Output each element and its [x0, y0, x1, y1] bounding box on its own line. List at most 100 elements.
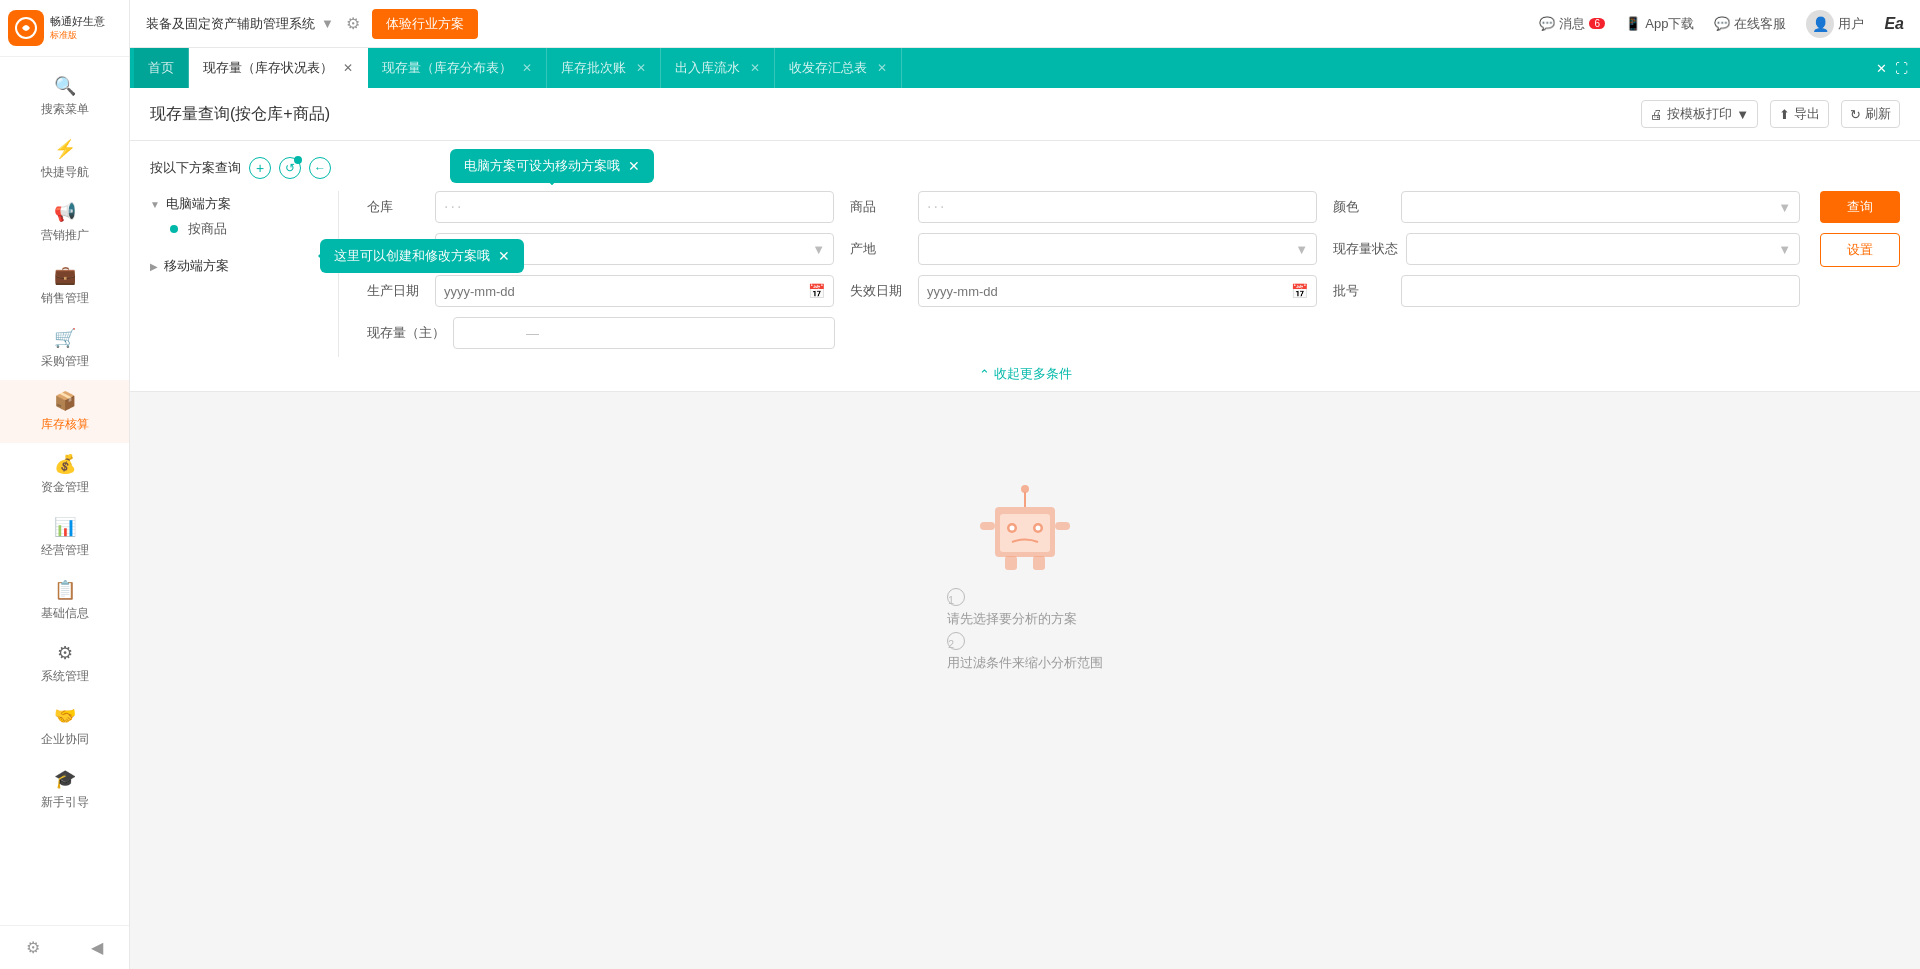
scheme-desktop[interactable]: ▼ 电脑端方案: [150, 191, 310, 217]
filter-product: 商品 ···: [850, 191, 1317, 223]
sidebar-item-inventory-label: 库存核算: [41, 416, 89, 433]
refresh-icon: ↻: [1850, 107, 1861, 122]
filter-refresh-btn[interactable]: ↺: [279, 157, 301, 179]
tab-summary-label: 收发存汇总表: [789, 59, 867, 77]
expiry-date-calendar-icon[interactable]: 📅: [1291, 283, 1308, 299]
filter-add-btn[interactable]: +: [249, 157, 271, 179]
color-dropdown-icon: ▼: [1778, 200, 1791, 215]
inventory-min[interactable]: [462, 326, 522, 341]
sidebar-item-management-label: 经营管理: [41, 542, 89, 559]
prod-date-field[interactable]: [444, 284, 804, 299]
sidebar-settings-btn[interactable]: ⚙: [26, 938, 40, 957]
sidebar-item-management[interactable]: 📊 经营管理: [0, 506, 129, 569]
tab-inventory-dist-close[interactable]: ✕: [522, 61, 532, 75]
online-service-btn[interactable]: 💬 在线客服: [1714, 15, 1786, 33]
tooltip-scheme-edit: 这里可以创建和修改方案哦 ✕: [320, 239, 524, 273]
sidebar-item-purchase[interactable]: 🛒 采购管理: [0, 317, 129, 380]
sidebar-collapse-btn[interactable]: ◀: [91, 938, 103, 957]
system-title-dropdown[interactable]: ▼: [321, 16, 334, 31]
tab-bar: 首页 现存量（库存状况表） ✕ 现存量（库存分布表） ✕ 库存批次账 ✕ 出入库…: [130, 48, 1920, 88]
reset-button[interactable]: 设置: [1820, 233, 1900, 267]
svg-rect-11: [1005, 556, 1017, 570]
sidebar-item-finance[interactable]: 💰 资金管理: [0, 443, 129, 506]
product-label: 商品: [850, 198, 910, 216]
sidebar-item-finance-label: 资金管理: [41, 479, 89, 496]
origin-select[interactable]: ▼: [918, 233, 1317, 265]
tab-home[interactable]: 首页: [134, 48, 189, 88]
sidebar-item-search-label: 搜索菜单: [41, 101, 89, 118]
sidebar-item-search[interactable]: 🔍 搜索菜单: [0, 65, 129, 128]
refresh-btn[interactable]: ↻ 刷新: [1841, 100, 1900, 128]
prod-date-calendar-icon[interactable]: 📅: [808, 283, 825, 299]
tab-inventory-status[interactable]: 现存量（库存状况表） ✕: [189, 48, 368, 88]
tab-inventory-status-close[interactable]: ✕: [343, 61, 353, 75]
warehouse-select[interactable]: ···: [435, 191, 834, 223]
divider: [338, 191, 339, 357]
collapse-icon: ⌃: [979, 367, 990, 382]
inventory-range[interactable]: —: [453, 317, 835, 349]
collapse-more-btn[interactable]: ⌃ 收起更多条件: [150, 357, 1900, 383]
expiry-date-field[interactable]: [927, 284, 1287, 299]
batch-input[interactable]: [1401, 275, 1800, 307]
empty-steps: 1 请先选择要分析的方案 2 用过滤条件来缩小分析范围: [947, 588, 1103, 676]
export-btn[interactable]: ⬆ 导出: [1770, 100, 1829, 128]
filter-header: 按以下方案查询 + ↺ ← 电脑方案可设为移动方案哦 ✕: [150, 157, 1900, 179]
expiry-date-input[interactable]: 📅: [918, 275, 1317, 307]
color-select[interactable]: ▼: [1401, 191, 1800, 223]
tab-batch-ledger-close[interactable]: ✕: [636, 61, 646, 75]
tab-flow[interactable]: 出入库流水 ✕: [661, 48, 775, 88]
svg-rect-9: [980, 522, 995, 530]
system-icon: ⚙: [57, 642, 73, 664]
sidebar-item-quicknav[interactable]: ⚡ 快捷导航: [0, 128, 129, 191]
print-dropdown-icon: ▼: [1736, 107, 1749, 122]
prod-date-input[interactable]: 📅: [435, 275, 834, 307]
inventory-max[interactable]: [543, 326, 603, 341]
user-btn[interactable]: 👤 用户: [1806, 10, 1864, 38]
sidebar-item-guide[interactable]: 🎓 新手引导: [0, 758, 129, 821]
filter-inventory-main: 现存量（主） —: [367, 317, 835, 349]
tooltip1-text: 电脑方案可设为移动方案哦: [464, 157, 620, 175]
tooltip2-close[interactable]: ✕: [498, 248, 510, 264]
settings-button[interactable]: ⚙: [346, 14, 360, 33]
sidebar-item-basic-label: 基础信息: [41, 605, 89, 622]
tooltip1-close[interactable]: ✕: [628, 158, 640, 174]
page-title: 现存量查询(按仓库+商品): [150, 104, 330, 125]
sidebar-item-basic[interactable]: 📋 基础信息: [0, 569, 129, 632]
app-download-btn[interactable]: 📱 App下载: [1625, 15, 1694, 33]
industry-btn[interactable]: 体验行业方案: [372, 9, 478, 39]
tab-fullscreen[interactable]: ⛶: [1895, 61, 1908, 76]
filter-warehouse: 仓库 ···: [367, 191, 834, 223]
tab-inventory-status-label: 现存量（库存状况表）: [203, 59, 333, 77]
sidebar-item-system[interactable]: ⚙ 系统管理: [0, 632, 129, 695]
scheme-mobile[interactable]: ▶ 移动端方案: [150, 253, 310, 279]
tab-batch-ledger[interactable]: 库存批次账 ✕: [547, 48, 661, 88]
search-button[interactable]: 查询: [1820, 191, 1900, 223]
empty-step2: 2 用过滤条件来缩小分析范围: [947, 632, 1103, 676]
sidebar-item-marketing[interactable]: 📢 营销推广: [0, 191, 129, 254]
basic-icon: 📋: [54, 579, 76, 601]
svg-rect-10: [1055, 522, 1070, 530]
filter-back-btn[interactable]: ←: [309, 157, 331, 179]
desktop-arrow: ▼: [150, 199, 160, 210]
inventory-status-label: 现存量状态: [1333, 240, 1398, 258]
tab-summary-close[interactable]: ✕: [877, 61, 887, 75]
tab-inventory-dist[interactable]: 现存量（库存分布表） ✕: [368, 48, 547, 88]
mobile-label: 移动端方案: [164, 257, 229, 275]
sidebar: 畅通好生意 标准版 🔍 搜索菜单 ⚡ 快捷导航 📢 营销推广 💼 销售管理 🛒 …: [0, 0, 130, 969]
export-icon: ⬆: [1779, 107, 1790, 122]
filter-batch: 批号: [1333, 275, 1800, 307]
sidebar-item-sales[interactable]: 💼 销售管理: [0, 254, 129, 317]
template-print-btn[interactable]: 🖨 按模板打印 ▼: [1641, 100, 1758, 128]
sidebar-item-inventory[interactable]: 📦 库存核算: [0, 380, 129, 443]
tab-flow-close[interactable]: ✕: [750, 61, 760, 75]
product-select[interactable]: ···: [918, 191, 1317, 223]
tab-summary[interactable]: 收发存汇总表 ✕: [775, 48, 902, 88]
tab-close-all[interactable]: ✕: [1876, 61, 1887, 76]
filter-body: ▼ 电脑端方案 按商品 ▶ 移动端方案: [150, 191, 1900, 357]
message-btn[interactable]: 💬 消息 6: [1539, 15, 1605, 33]
filter-origin: 产地 ▼: [850, 233, 1317, 265]
inventory-status-select[interactable]: ▼: [1406, 233, 1800, 265]
step2-num: 2: [947, 632, 965, 650]
scheme-by-product[interactable]: 按商品: [170, 217, 310, 241]
sidebar-item-enterprise[interactable]: 🤝 企业协同: [0, 695, 129, 758]
